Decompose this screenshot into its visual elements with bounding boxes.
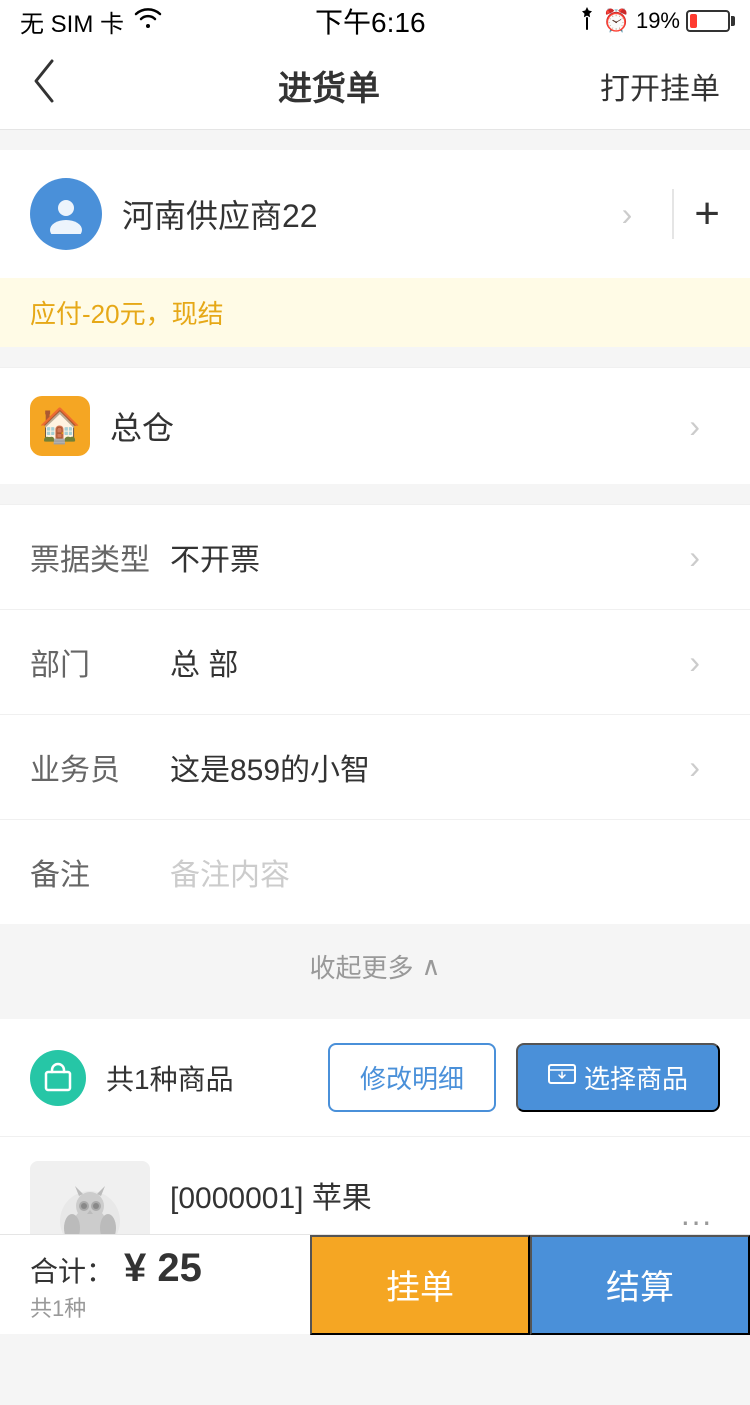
supplier-name: 河南供应商22	[122, 191, 622, 237]
section-gap-1	[0, 130, 750, 150]
product-header: 共1种商品 修改明细 选择商品	[0, 1009, 750, 1136]
select-product-button[interactable]: 选择商品	[516, 1043, 720, 1112]
status-bar: 无 SIM 卡 下午6:16 ⏰ 19%	[0, 0, 750, 42]
form-section: 票据类型 不开票 › 部门 总 部 › 业务员 这是859的小智 › 备注 备注…	[0, 504, 750, 924]
department-value: 总 部	[170, 640, 689, 684]
total-count: 共1种	[30, 1291, 280, 1323]
bottom-bar: 合计： ¥ 25 共1种 挂单 结算	[0, 1234, 750, 1334]
back-button[interactable]	[30, 57, 58, 115]
collapse-icon: ∧	[421, 951, 440, 982]
carrier-text: 无 SIM 卡	[20, 4, 124, 39]
warehouse-section: 🏠 总仓 ›	[0, 367, 750, 484]
salesperson-chevron-icon: ›	[689, 749, 700, 786]
select-icon	[548, 1062, 576, 1093]
form-row-salesperson[interactable]: 业务员 这是859的小智 ›	[0, 714, 750, 819]
total-label: 合计：	[30, 1250, 114, 1290]
collapse-button[interactable]: 收起更多 ∧	[0, 924, 750, 1009]
supplier-divider	[672, 189, 674, 239]
alarm-icon: ⏰	[603, 8, 630, 34]
status-bar-left: 无 SIM 卡	[20, 4, 164, 39]
total-amount: ¥ 25	[124, 1246, 202, 1291]
warehouse-row[interactable]: 🏠 总仓 ›	[0, 367, 750, 484]
section-gap-3	[0, 484, 750, 504]
form-row-invoice[interactable]: 票据类型 不开票 ›	[0, 504, 750, 609]
warehouse-icon: 🏠	[30, 396, 90, 456]
product-count-label: 共1种商品	[106, 1058, 308, 1098]
add-button[interactable]: +	[694, 192, 720, 236]
department-chevron-icon: ›	[689, 644, 700, 681]
notice-bar: 应付-20元，现结	[0, 278, 750, 347]
location-icon	[577, 6, 597, 36]
notice-text: 应付-20元，现结	[30, 299, 224, 329]
supplier-section: 河南供应商22 › + 应付-20元，现结	[0, 150, 750, 347]
modify-detail-button[interactable]: 修改明细	[328, 1043, 496, 1112]
supplier-avatar	[30, 178, 102, 250]
collapse-label: 收起更多	[309, 948, 413, 985]
total-section: 合计： ¥ 25 共1种	[0, 1246, 310, 1323]
warehouse-name: 总仓	[110, 403, 689, 449]
invoice-chevron-icon: ›	[689, 539, 700, 576]
status-time: 下午6:16	[315, 1, 426, 41]
battery-icon	[686, 10, 730, 32]
wifi-icon	[132, 6, 164, 37]
section-gap-2	[0, 347, 750, 367]
nav-bar: 进货单 打开挂单	[0, 42, 750, 130]
supplier-row[interactable]: 河南供应商22 › +	[0, 150, 750, 278]
checkout-button[interactable]: 结算	[530, 1235, 750, 1335]
battery-percentage: 19%	[636, 8, 680, 34]
product-count-icon	[30, 1050, 86, 1106]
supplier-chevron-icon: ›	[622, 196, 633, 233]
product-name: [0000001] 苹果	[170, 1173, 652, 1217]
page-title: 进货单	[278, 61, 380, 110]
form-row-remark[interactable]: 备注 备注内容 ›	[0, 819, 750, 924]
pending-button[interactable]: 挂单	[310, 1235, 530, 1335]
warehouse-chevron-icon: ›	[689, 408, 700, 445]
open-pending-button[interactable]: 打开挂单	[600, 64, 720, 108]
invoice-value: 不开票	[170, 535, 689, 579]
salesperson-value: 这是859的小智	[170, 745, 689, 789]
salesperson-label: 业务员	[30, 745, 150, 789]
status-bar-right: ⏰ 19%	[577, 6, 730, 36]
select-product-label: 选择商品	[584, 1059, 688, 1096]
invoice-label: 票据类型	[30, 535, 150, 579]
remark-placeholder: 备注内容	[170, 850, 689, 894]
department-label: 部门	[30, 640, 150, 684]
form-row-department[interactable]: 部门 总 部 ›	[0, 609, 750, 714]
remark-label: 备注	[30, 850, 150, 894]
